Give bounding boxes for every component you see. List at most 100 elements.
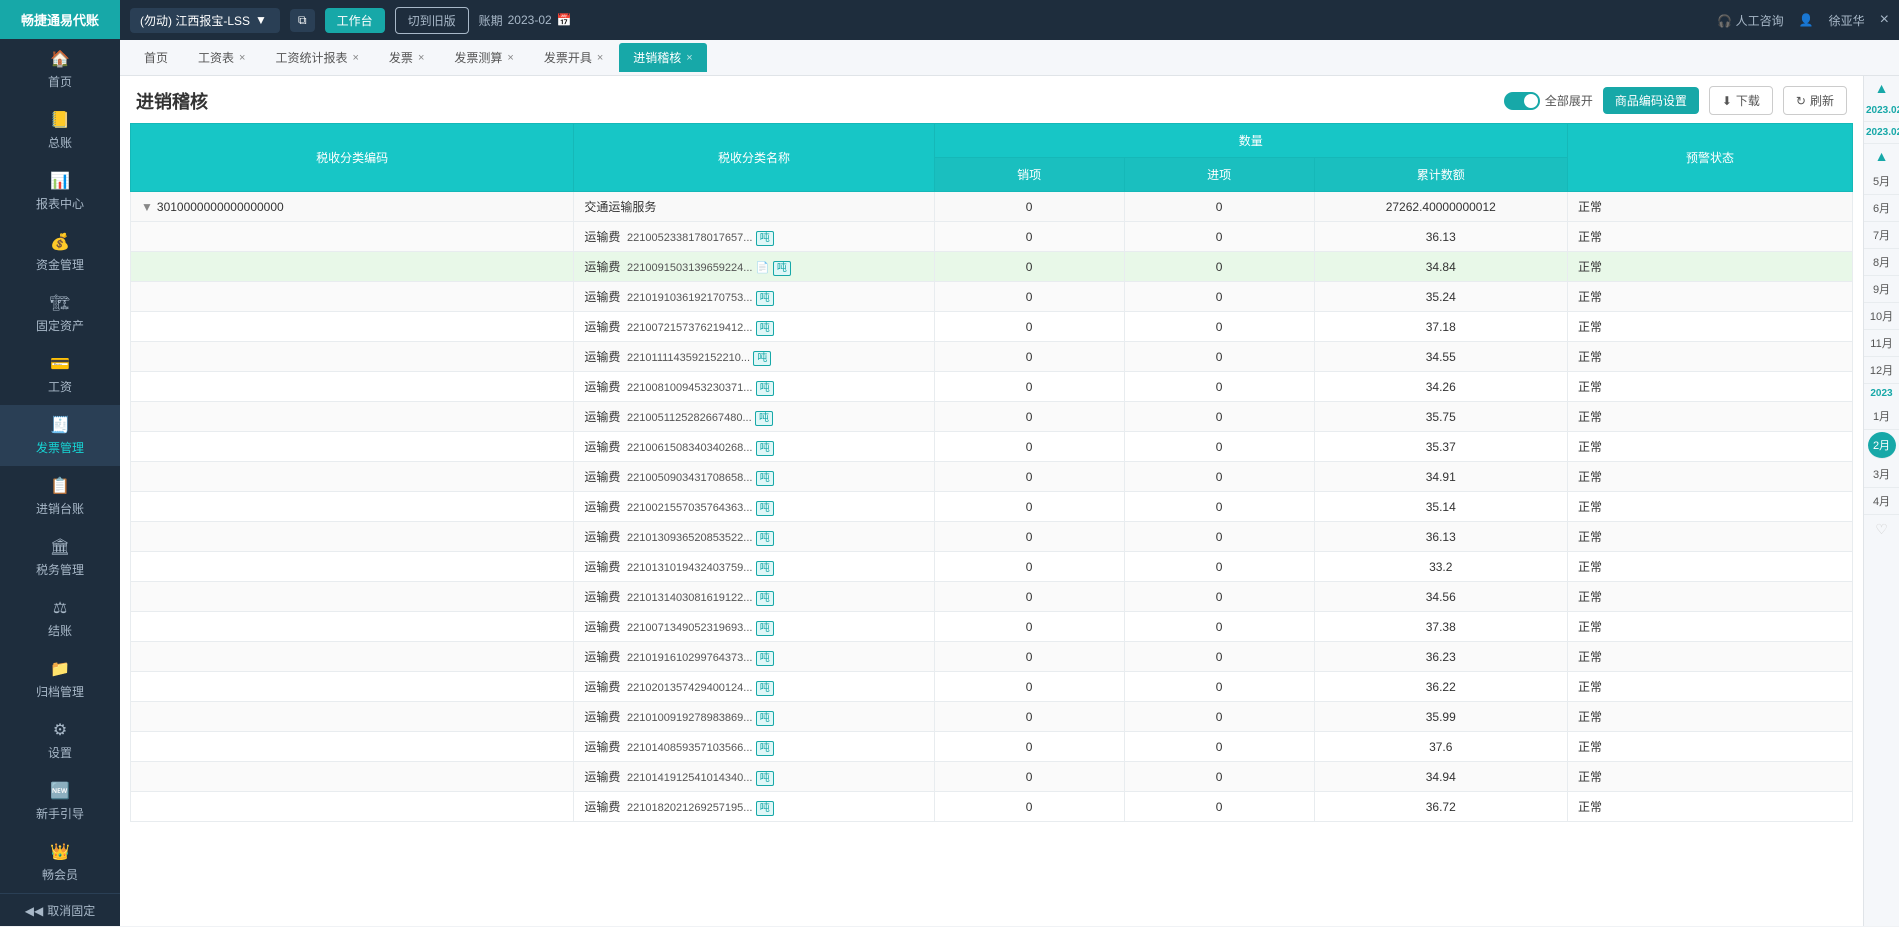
expand-icon[interactable]: ▼ xyxy=(141,200,153,214)
month-11[interactable]: 11月 xyxy=(1864,330,1899,357)
tab-invoice-open[interactable]: 发票开具 × xyxy=(530,43,617,72)
sub-code: 2210072157376219412... xyxy=(627,322,752,334)
tab-close-icon[interactable]: × xyxy=(239,52,245,64)
funds-icon: 💰 xyxy=(50,232,70,252)
cell-total: 37.6 xyxy=(1314,732,1567,762)
month-9[interactable]: 9月 xyxy=(1864,276,1899,303)
row-name: 运输费 xyxy=(584,560,620,574)
settings-icon: ⚙ xyxy=(53,720,67,740)
workspace-button[interactable]: 工作台 xyxy=(325,8,385,33)
company-selector[interactable]: (勿动) 江西报宝-LSS ▼ xyxy=(130,8,280,33)
cell-tax-name: 运输费 2210071349052319693... 吨 xyxy=(574,612,934,642)
month-7[interactable]: 7月 xyxy=(1864,222,1899,249)
sidebar-item-tax[interactable]: 🏛 税务管理 xyxy=(0,527,120,588)
cell-sales: 0 xyxy=(934,762,1124,792)
refresh-btn[interactable]: ↻ 刷新 xyxy=(1783,86,1847,115)
unit-badge: 吨 xyxy=(756,441,774,456)
copy-button[interactable]: ⧉ xyxy=(290,9,315,32)
download-btn[interactable]: ⬇ 下载 xyxy=(1709,86,1773,115)
sidebar-unpin-button[interactable]: ◀◀ 取消固定 xyxy=(0,893,120,927)
row-name: 运输费 xyxy=(584,230,620,244)
cell-tax-code xyxy=(131,492,574,522)
cell-purchase: 0 xyxy=(1124,612,1314,642)
sidebar-item-archive[interactable]: 📁 归档管理 xyxy=(0,649,120,710)
calendar-icon[interactable]: 📅 xyxy=(557,13,572,27)
col-total-header: 累计数额 xyxy=(1314,158,1567,192)
sidebar-item-guide[interactable]: 🆕 新手引导 xyxy=(0,771,120,832)
topbar: (勿动) 江西报宝-LSS ▼ ⧉ 工作台 切到旧版 账期 2023-02 📅 … xyxy=(120,0,1899,40)
sub-code: 2210131403081619122... xyxy=(627,592,752,604)
sidebar-item-invoice[interactable]: 🧾 发票管理 xyxy=(0,405,120,466)
cell-total: 36.23 xyxy=(1314,642,1567,672)
tab-invoice-calc[interactable]: 发票测算 × xyxy=(440,43,527,72)
cell-total: 35.99 xyxy=(1314,702,1567,732)
close-button[interactable]: × xyxy=(1880,11,1889,29)
tab-close-icon[interactable]: × xyxy=(418,52,424,64)
tab-close-icon[interactable]: × xyxy=(686,52,692,64)
sidebar-item-settings[interactable]: ⚙ 设置 xyxy=(0,710,120,771)
unit-badge: 吨 xyxy=(756,681,774,696)
month-8[interactable]: 8月 xyxy=(1864,249,1899,276)
tab-sales-audit[interactable]: 进销稽核 × xyxy=(619,43,706,72)
month-4[interactable]: 4月 xyxy=(1864,488,1899,515)
sub-code: 2210191036192170753... xyxy=(627,292,752,304)
tab-home[interactable]: 首页 xyxy=(130,43,182,72)
month-10[interactable]: 10月 xyxy=(1864,303,1899,330)
cell-total: 34.55 xyxy=(1314,342,1567,372)
cell-purchase: 0 xyxy=(1124,642,1314,672)
month-3[interactable]: 3月 xyxy=(1864,461,1899,488)
tab-close-icon[interactable]: × xyxy=(352,52,358,64)
tab-salary-report[interactable]: 工资统计报表 × xyxy=(261,43,372,72)
cell-sales: 0 xyxy=(934,282,1124,312)
tab-close-icon[interactable]: × xyxy=(597,52,603,64)
sidebar-item-salary[interactable]: 💳 工资 xyxy=(0,344,120,405)
sidebar-item-assets[interactable]: 🏗 固定资产 xyxy=(0,283,120,344)
sidebar-item-label: 发票管理 xyxy=(36,439,84,456)
month-1[interactable]: 1月 xyxy=(1864,403,1899,430)
cell-status: 正常 xyxy=(1567,672,1852,702)
month-12[interactable]: 12月 xyxy=(1864,357,1899,384)
cell-sales: 0 xyxy=(934,342,1124,372)
cell-tax-name: 运输费 2210051125282667480... 吨 xyxy=(574,402,934,432)
cell-purchase: 0 xyxy=(1124,282,1314,312)
expand-toggle[interactable]: 全部展开 xyxy=(1504,92,1593,110)
sub-code: 2210130936520853522... xyxy=(627,532,752,544)
row-name: 运输费 xyxy=(584,530,620,544)
cell-tax-name: 运输费 2210081009453230371... 吨 xyxy=(574,372,934,402)
month-2-active[interactable]: 2月 xyxy=(1868,432,1896,459)
unit-badge: 吨 xyxy=(756,741,774,756)
cell-purchase: 0 xyxy=(1124,582,1314,612)
table-row: 运输费 2210111143592152210... 吨0034.55正常 xyxy=(131,342,1853,372)
toggle-track[interactable] xyxy=(1504,92,1540,110)
unit-badge: 吨 xyxy=(755,411,773,426)
sidebar-item-home[interactable]: 🏠 首页 xyxy=(0,39,120,100)
month-5[interactable]: 5月 xyxy=(1864,168,1899,195)
sidebar-item-sales-ledger[interactable]: 📋 进销台账 xyxy=(0,466,120,527)
month-6[interactable]: 6月 xyxy=(1864,195,1899,222)
sub-code: 2210191610299764373... xyxy=(627,652,752,664)
cell-status: 正常 xyxy=(1567,522,1852,552)
heart-icon: ♡ xyxy=(1875,515,1888,544)
sidebar-item-ledger[interactable]: 📒 总账 xyxy=(0,100,120,161)
cell-purchase: 0 xyxy=(1124,792,1314,822)
sidebar-item-reports[interactable]: 📊 报表中心 xyxy=(0,161,120,222)
sub-code: 2210021557035764363... xyxy=(627,502,752,514)
unit-badge: 吨 xyxy=(756,801,774,816)
sidebar-item-funds[interactable]: 💰 资金管理 xyxy=(0,222,120,283)
tab-salary-table[interactable]: 工资表 × xyxy=(184,43,259,72)
row-name: 运输费 xyxy=(584,590,620,604)
unit-badge: 吨 xyxy=(756,711,774,726)
tab-close-icon[interactable]: × xyxy=(507,52,513,64)
sidebar-item-member[interactable]: 👑 畅会员 xyxy=(0,832,120,893)
sidebar-item-settlement[interactable]: ⚖ 结账 xyxy=(0,588,120,649)
support-link[interactable]: 🎧 人工咨询 xyxy=(1717,12,1783,29)
scroll-up-btn[interactable]: ▲ xyxy=(1864,76,1899,100)
table-row: 运输费 2210131019432403759... 吨0033.2正常 xyxy=(131,552,1853,582)
cell-purchase: 0 xyxy=(1124,222,1314,252)
tab-invoice[interactable]: 发票 × xyxy=(375,43,438,72)
cell-status: 正常 xyxy=(1567,492,1852,522)
user-name[interactable]: 徐亚华 xyxy=(1829,12,1865,29)
scroll-up-inner[interactable]: ▲ xyxy=(1864,144,1899,168)
switch-version-button[interactable]: 切到旧版 xyxy=(395,7,469,34)
settings-btn[interactable]: 商品编码设置 xyxy=(1603,87,1699,114)
